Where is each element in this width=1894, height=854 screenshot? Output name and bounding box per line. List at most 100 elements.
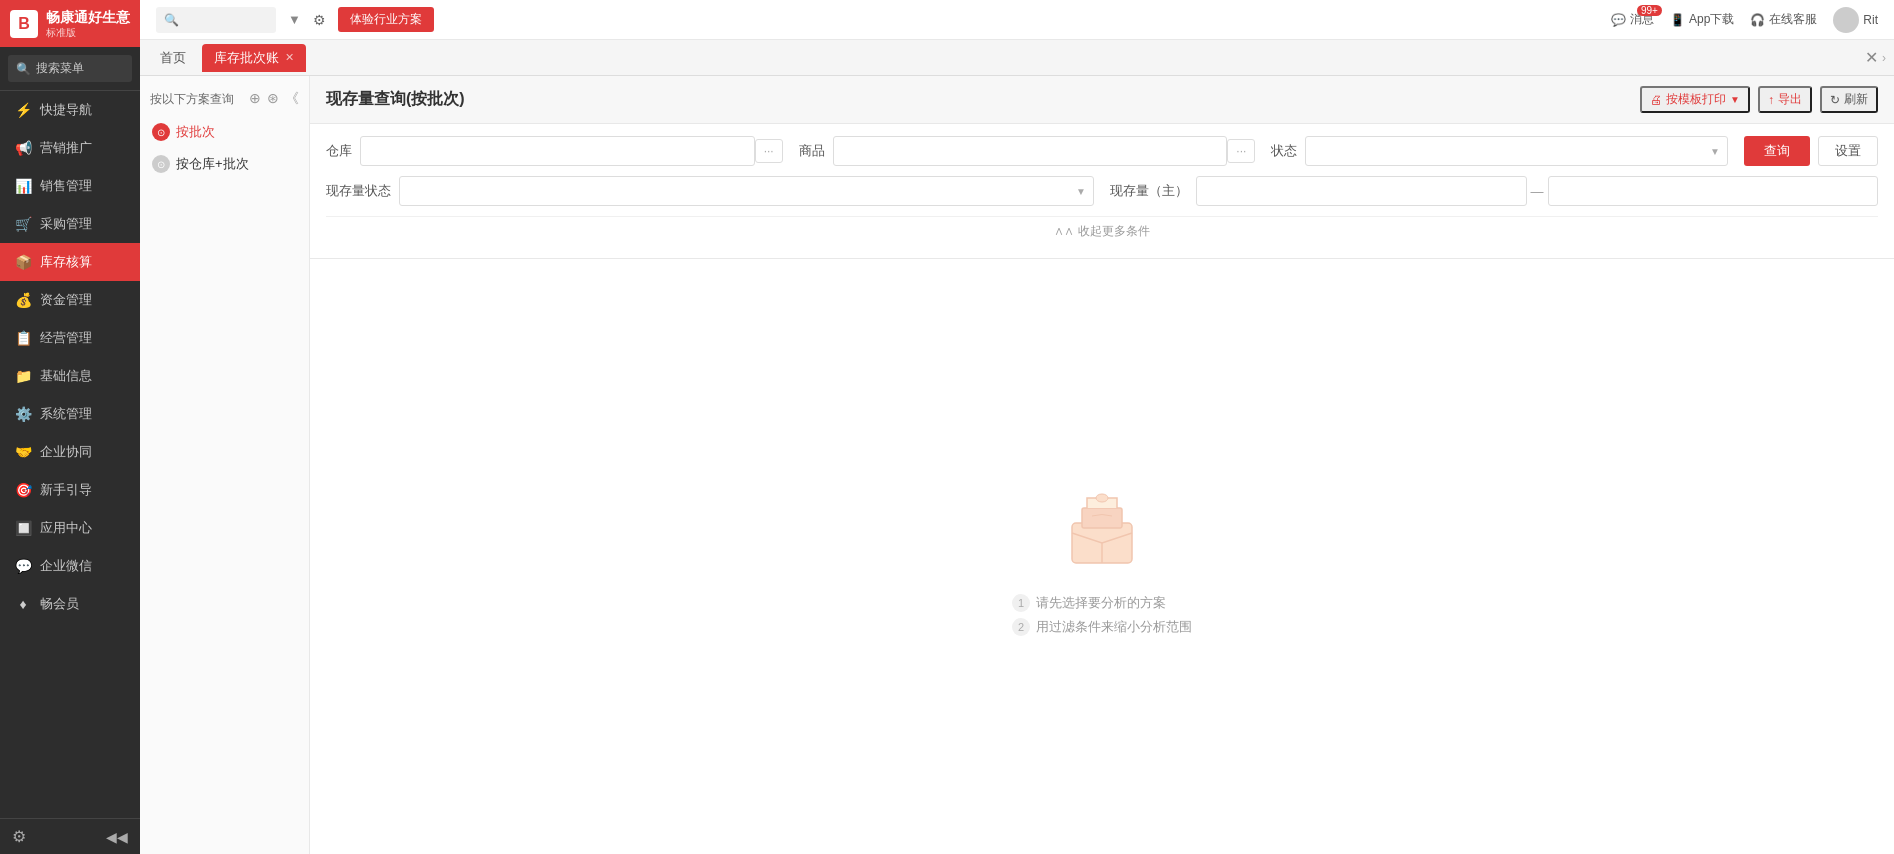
sidebar-header: B 畅康通好生意 标准版 [0,0,140,47]
stock-qty-label: 现存量（主） [1110,182,1188,200]
sidebar-item-system[interactable]: ⚙️ 系统管理 [0,395,140,433]
topbar-search[interactable]: 🔍 [156,7,276,33]
query-action-area: 查询 设置 [1744,136,1878,166]
status-select[interactable] [1305,136,1728,166]
tab-home[interactable]: 首页 [148,44,198,72]
tab-inventory-batch[interactable]: 库存批次账 ✕ [202,44,306,72]
sidebar-item-apps[interactable]: 🔲 应用中心 [0,509,140,547]
sidebar-item-sales[interactable]: 📊 销售管理 [0,167,140,205]
panel-close-button[interactable]: ✕ [1865,48,1878,67]
panel-chevron-icon[interactable]: › [1882,51,1886,65]
print-dropdown-icon: ▼ [1730,94,1740,105]
online-service-button[interactable]: 🎧 在线客服 [1750,11,1817,28]
topbar-gear-icon[interactable]: ⚙ [313,12,326,28]
data-area: 1 请先选择要分析的方案 2 用过滤条件来缩小分析范围 [310,259,1894,854]
right-panel: 现存量查询(按批次) 🖨 按模板打印 ▼ ↑ 导出 ↻ 刷新 [310,76,1894,854]
svg-point-2 [1096,494,1108,502]
page-titlebar-actions: 🖨 按模板打印 ▼ ↑ 导出 ↻ 刷新 [1640,86,1878,113]
warehouse-label: 仓库 [326,142,352,160]
topbar-dropdown-arrow[interactable]: ▼ [288,12,301,27]
empty-state: 1 请先选择要分析的方案 2 用过滤条件来缩小分析范围 [1012,478,1192,636]
settings-plan-icon[interactable]: ⊛ [267,90,279,108]
collapse-label: 收起更多条件 [1078,224,1150,238]
purchase-icon: 🛒 [14,216,32,232]
stock-qty-min-input[interactable] [1196,176,1527,206]
marketing-icon: 📢 [14,140,32,156]
sidebar-item-enterprise[interactable]: 🤝 企业协同 [0,433,140,471]
user-avatar-button[interactable]: Rit [1833,7,1878,33]
messages-button[interactable]: 💬 消息 99+ [1611,11,1654,28]
business-icon: 📋 [14,330,32,346]
collapse-panel-icon[interactable]: 《 [285,90,299,108]
refresh-icon: ↻ [1830,93,1840,107]
query-button[interactable]: 查询 [1744,136,1810,166]
plan-item-batch[interactable]: ⊙ 按批次 [140,116,309,148]
stock-qty-max-input[interactable] [1548,176,1879,206]
experience-button[interactable]: 体验行业方案 [338,7,434,32]
stock-qty-dash: — [1527,184,1548,199]
app-logo: B [10,10,38,38]
enterprise-icon: 🤝 [14,444,32,460]
phone-icon: 📱 [1670,13,1685,27]
sidebar-nav: ⚡ 快捷导航 📢 营销推广 📊 销售管理 🛒 采购管理 📦 库存核算 💰 资金管… [0,91,140,818]
status-label: 状态 [1271,142,1297,160]
sidebar-item-quicknav[interactable]: ⚡ 快捷导航 [0,91,140,129]
filter-row-1: 仓库 ··· 商品 ··· 状态 ▼ [326,136,1878,166]
message-icon: 💬 [1611,13,1626,27]
warehouse-more-button[interactable]: ··· [755,139,783,163]
sidebar-item-business[interactable]: 📋 经营管理 [0,319,140,357]
sidebar-item-inventory[interactable]: 📦 库存核算 [0,243,140,281]
tab-close-icon[interactable]: ✕ [285,51,294,64]
topbar-search-icon: 🔍 [164,13,179,27]
export-button[interactable]: ↑ 导出 [1758,86,1812,113]
sidebar-item-member[interactable]: ♦ 畅会员 [0,585,140,623]
refresh-button[interactable]: ↻ 刷新 [1820,86,1878,113]
left-panel-title: 按以下方案查询 [150,91,234,108]
tabbar: 首页 库存批次账 ✕ ✕ › [140,40,1894,76]
app-download-button[interactable]: 📱 App下载 [1670,11,1734,28]
plan-item-warehouse-batch[interactable]: ⊙ 按仓库+批次 [140,148,309,180]
page-titlebar: 现存量查询(按批次) 🖨 按模板打印 ▼ ↑ 导出 ↻ 刷新 [310,76,1894,124]
stock-qty-filter: 现存量（主） — [1110,176,1878,206]
product-input[interactable] [833,136,1228,166]
collapse-more-bar[interactable]: ∧∧ 收起更多条件 [326,216,1878,246]
product-filter: 商品 ··· [799,136,1256,166]
sidebar-item-purchase[interactable]: 🛒 采购管理 [0,205,140,243]
system-icon: ⚙️ [14,406,32,422]
main-area: 🔍 ▼ ⚙ 体验行业方案 💬 消息 99+ 📱 App下载 🎧 在线客服 Rit [140,0,1894,854]
sidebar-item-basics[interactable]: 📁 基础信息 [0,357,140,395]
stock-status-select[interactable] [399,176,1094,206]
search-icon: 🔍 [16,62,31,76]
settings-button[interactable]: 设置 [1818,136,1878,166]
sales-icon: 📊 [14,178,32,194]
warehouse-filter: 仓库 ··· [326,136,783,166]
sidebar-search-area: 🔍 搜索菜单 [0,47,140,91]
topbar-actions: 💬 消息 99+ 📱 App下载 🎧 在线客服 Rit [1611,7,1878,33]
tip-num-2: 2 [1012,618,1030,636]
topbar: 🔍 ▼ ⚙ 体验行业方案 💬 消息 99+ 📱 App下载 🎧 在线客服 Rit [140,0,1894,40]
newbie-icon: 🎯 [14,482,32,498]
content: 按以下方案查询 ⊕ ⊛ 《 ⊙ 按批次 ⊙ 按仓库+批次 现存量查询(按批次) [140,76,1894,854]
filter-area: 仓库 ··· 商品 ··· 状态 ▼ [310,124,1894,259]
collapse-chevron-icon: ∧∧ [1054,224,1074,238]
plan-icon-gray: ⊙ [152,155,170,173]
sidebar-item-finance[interactable]: 💰 资金管理 [0,281,140,319]
sidebar-item-newbie[interactable]: 🎯 新手引导 [0,471,140,509]
print-icon: 🖨 [1650,93,1662,107]
left-panel: 按以下方案查询 ⊕ ⊛ 《 ⊙ 按批次 ⊙ 按仓库+批次 [140,76,310,854]
finance-icon: 💰 [14,292,32,308]
app-title: 畅康通好生意 标准版 [46,8,130,39]
quicknav-icon: ⚡ [14,102,32,118]
search-menu-button[interactable]: 🔍 搜索菜单 [8,55,132,82]
headset-icon: 🎧 [1750,13,1765,27]
wechat-icon: 💬 [14,558,32,574]
member-icon: ♦ [14,596,32,612]
sidebar-item-marketing[interactable]: 📢 营销推广 [0,129,140,167]
collapse-sidebar-button[interactable]: ◀◀ [106,829,128,845]
print-button[interactable]: 🖨 按模板打印 ▼ [1640,86,1750,113]
warehouse-input[interactable] [360,136,755,166]
settings-icon[interactable]: ⚙ [12,827,26,846]
product-more-button[interactable]: ··· [1227,139,1255,163]
sidebar-item-wechat[interactable]: 💬 企业微信 [0,547,140,585]
add-plan-icon[interactable]: ⊕ [249,90,261,108]
